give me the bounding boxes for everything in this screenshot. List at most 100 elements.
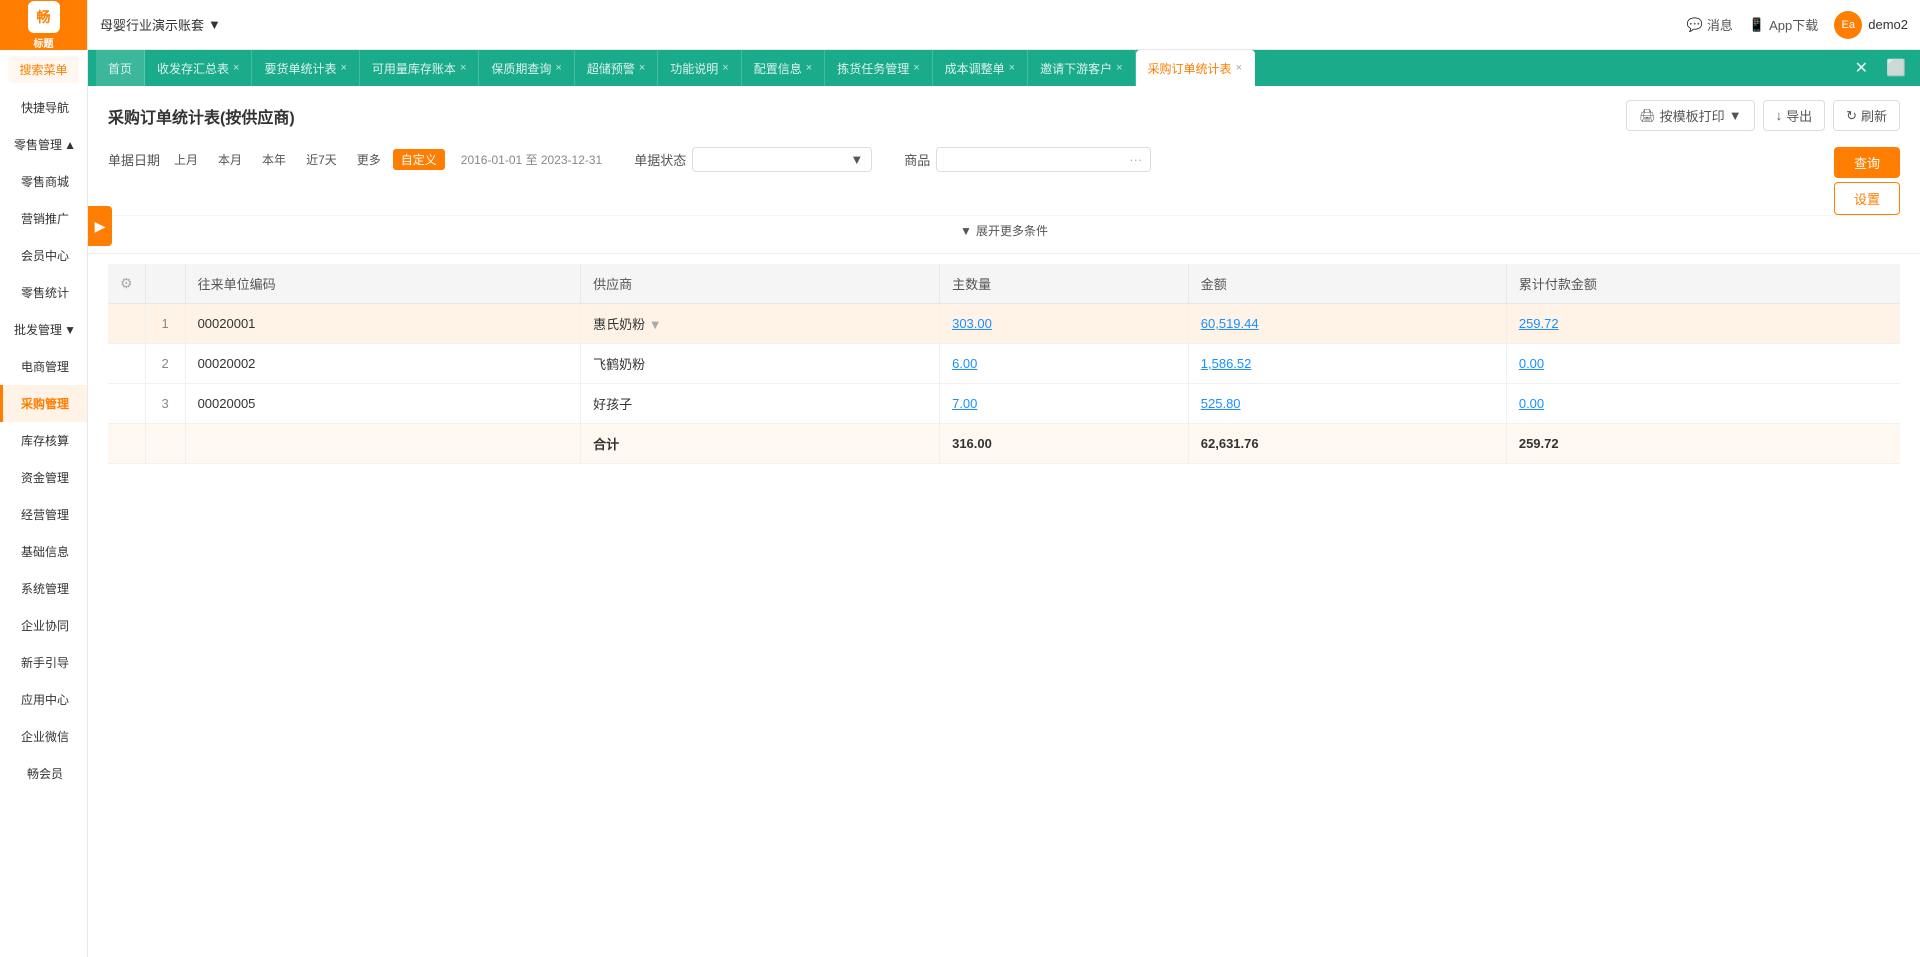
tab-purchase-stat[interactable]: 要货单统计表 × xyxy=(252,50,359,86)
sidebar-item-guide[interactable]: 新手引导 xyxy=(0,644,87,681)
table-row[interactable]: 3 00020005 好孩子 7.00 525.80 0.00 xyxy=(108,384,1900,424)
status-select[interactable]: ▼ xyxy=(692,147,872,172)
tab-label: 要货单统计表 xyxy=(264,60,336,77)
main-table: ⚙ 往来单位编码 供应商 主数量 金额 累计付款金额 1 000200 xyxy=(108,264,1900,464)
tab-overstock[interactable]: 超储预警 × xyxy=(575,50,658,86)
sidebar-item-finance[interactable]: 资金管理 xyxy=(0,459,87,496)
tab-home[interactable]: 首页 xyxy=(96,50,145,86)
col-settings: ⚙ xyxy=(108,264,145,304)
cell-supplier-name: 惠氏奶粉 ▼ xyxy=(581,304,940,344)
company-dropdown[interactable]: 母婴行业演示账套 ▼ xyxy=(100,15,221,34)
close-icon[interactable]: × xyxy=(1236,62,1242,74)
sidebar-item-operations[interactable]: 经营管理 xyxy=(0,496,87,533)
user-menu[interactable]: Ea demo2 xyxy=(1834,11,1908,39)
close-icon[interactable]: × xyxy=(1116,62,1122,74)
filter-action-buttons: 查询 设置 xyxy=(1834,147,1900,215)
maximize-button[interactable]: ⬜ xyxy=(1880,56,1912,80)
search-menu-button[interactable]: 搜索菜单 xyxy=(8,56,79,83)
tab-cost-adjust[interactable]: 成本调整单 × xyxy=(933,50,1028,86)
close-tab-button[interactable]: ✕ xyxy=(1849,56,1874,80)
sidebar-item-inventory[interactable]: 库存核算 xyxy=(0,422,87,459)
sidebar-item-basic-info[interactable]: 基础信息 xyxy=(0,533,87,570)
sidebar-item-purchase[interactable]: 采购管理 xyxy=(0,385,87,422)
sidebar-item-enterprise[interactable]: 企业协同 xyxy=(0,607,87,644)
cell-settings xyxy=(108,304,145,344)
cell-supplier-code: 00020002 xyxy=(185,344,581,384)
paid-amount-link[interactable]: 0.00 xyxy=(1519,356,1544,371)
query-button[interactable]: 查询 xyxy=(1834,147,1900,178)
quantity-link[interactable]: 7.00 xyxy=(952,396,977,411)
table-row[interactable]: 2 00020002 飞鹤奶粉 6.00 1,586.52 0.00 xyxy=(108,344,1900,384)
dropdown-icon: ▼ xyxy=(649,317,662,332)
sidebar-item-retail-stat[interactable]: 零售统计 xyxy=(0,274,87,311)
close-icon[interactable]: × xyxy=(1009,62,1015,74)
sidebar-item-retail[interactable]: 零售管理 ▲ xyxy=(0,126,87,163)
sidebar-item-batch[interactable]: 批发管理 ▼ xyxy=(0,311,87,348)
username: demo2 xyxy=(1868,17,1908,32)
table-footer: 合计 316.00 62,631.76 259.72 xyxy=(108,424,1900,464)
sidebar-item-quicknav[interactable]: 快捷导航 xyxy=(0,89,87,126)
export-button[interactable]: ↓ 导出 xyxy=(1763,100,1826,131)
sidebar-item-vip[interactable]: 畅会员 xyxy=(0,755,87,792)
quantity-link[interactable]: 6.00 xyxy=(952,356,977,371)
close-icon[interactable]: × xyxy=(913,62,919,74)
tab-expiry-query[interactable]: 保质期查询 × xyxy=(479,50,574,86)
messages-button[interactable]: 💬 消息 xyxy=(1687,15,1733,34)
date-custom-tag[interactable]: 自定义 xyxy=(393,149,445,170)
cell-row-num: 2 xyxy=(145,344,185,384)
date-btn-last-month[interactable]: 上月 xyxy=(166,149,206,170)
sidebar-item-wechat[interactable]: 企业微信 xyxy=(0,718,87,755)
column-settings-icon[interactable]: ⚙ xyxy=(120,275,133,291)
amount-link[interactable]: 60,519.44 xyxy=(1201,316,1259,331)
close-icon[interactable]: × xyxy=(233,62,239,74)
sidebar-item-member[interactable]: 会员中心 xyxy=(0,237,87,274)
close-icon[interactable]: × xyxy=(555,62,561,74)
close-icon[interactable]: × xyxy=(340,62,346,74)
refresh-button[interactable]: ↻ 刷新 xyxy=(1833,100,1900,131)
search-menu-area[interactable]: 搜索菜单 xyxy=(0,50,87,89)
cell-amount: 60,519.44 xyxy=(1188,304,1506,344)
col-supplier-name: 供应商 xyxy=(581,264,940,304)
amount-link[interactable]: 525.80 xyxy=(1201,396,1241,411)
sidebar-item-ecommerce[interactable]: 电商管理 xyxy=(0,348,87,385)
paid-amount-link[interactable]: 0.00 xyxy=(1519,396,1544,411)
cell-amount: 525.80 xyxy=(1188,384,1506,424)
tab-config-info[interactable]: 配置信息 × xyxy=(742,50,825,86)
tab-label: 成本调整单 xyxy=(945,60,1005,77)
expand-more-button[interactable]: ▼ 展开更多条件 xyxy=(960,222,1048,239)
sidebar-collapse-button[interactable]: ▶ xyxy=(88,206,112,246)
expand-more-row: ▼ 展开更多条件 xyxy=(108,215,1900,245)
close-icon[interactable]: × xyxy=(460,62,466,74)
close-icon[interactable]: × xyxy=(806,62,812,74)
tab-inventory-ledger[interactable]: 可用量库存账本 × xyxy=(360,50,479,86)
sidebar-item-app-center[interactable]: 应用中心 xyxy=(0,681,87,718)
close-icon[interactable]: × xyxy=(639,62,645,74)
cell-paid-amount: 259.72 xyxy=(1506,304,1900,344)
amount-link[interactable]: 1,586.52 xyxy=(1201,356,1252,371)
sidebar-item-retail-mall[interactable]: 零售商城 xyxy=(0,163,87,200)
paid-amount-link[interactable]: 259.72 xyxy=(1519,316,1559,331)
tab-receive-send[interactable]: 收发存汇总表 × xyxy=(145,50,252,86)
sidebar-item-marketing[interactable]: 营销推广 xyxy=(0,200,87,237)
tab-purchase-order-stat[interactable]: 采购订单统计表 × xyxy=(1136,50,1255,86)
date-btn-more[interactable]: 更多 xyxy=(349,149,389,170)
tab-picking-task[interactable]: 拣货任务管理 × xyxy=(825,50,932,86)
app-download-button[interactable]: 📱 App下载 xyxy=(1749,15,1818,34)
topbar-left: 母婴行业演示账套 ▼ xyxy=(100,15,221,34)
table-row[interactable]: 1 00020001 惠氏奶粉 ▼ 303.00 60,519.44 259.7… xyxy=(108,304,1900,344)
date-btn-this-month[interactable]: 本月 xyxy=(210,149,250,170)
sidebar-item-system[interactable]: 系统管理 xyxy=(0,570,87,607)
tab-invite-downstream[interactable]: 邀请下游客户 × xyxy=(1028,50,1135,86)
tab-function-desc[interactable]: 功能说明 × xyxy=(658,50,741,86)
goods-input[interactable] xyxy=(945,152,1125,167)
print-button[interactable]: 🖨 按模板打印 ▼ xyxy=(1626,100,1754,131)
close-icon[interactable]: × xyxy=(722,62,728,74)
filter-bar: 单据日期 上月 本月 本年 近7天 更多 自定义 xyxy=(88,139,1920,254)
message-icon: 💬 xyxy=(1687,17,1703,33)
settings-button[interactable]: 设置 xyxy=(1834,182,1900,215)
cell-paid-amount: 0.00 xyxy=(1506,344,1900,384)
quantity-link[interactable]: 303.00 xyxy=(952,316,992,331)
goods-filter-label: 商品 xyxy=(904,150,930,169)
date-btn-7days[interactable]: 近7天 xyxy=(298,149,345,170)
date-btn-this-year[interactable]: 本年 xyxy=(254,149,294,170)
